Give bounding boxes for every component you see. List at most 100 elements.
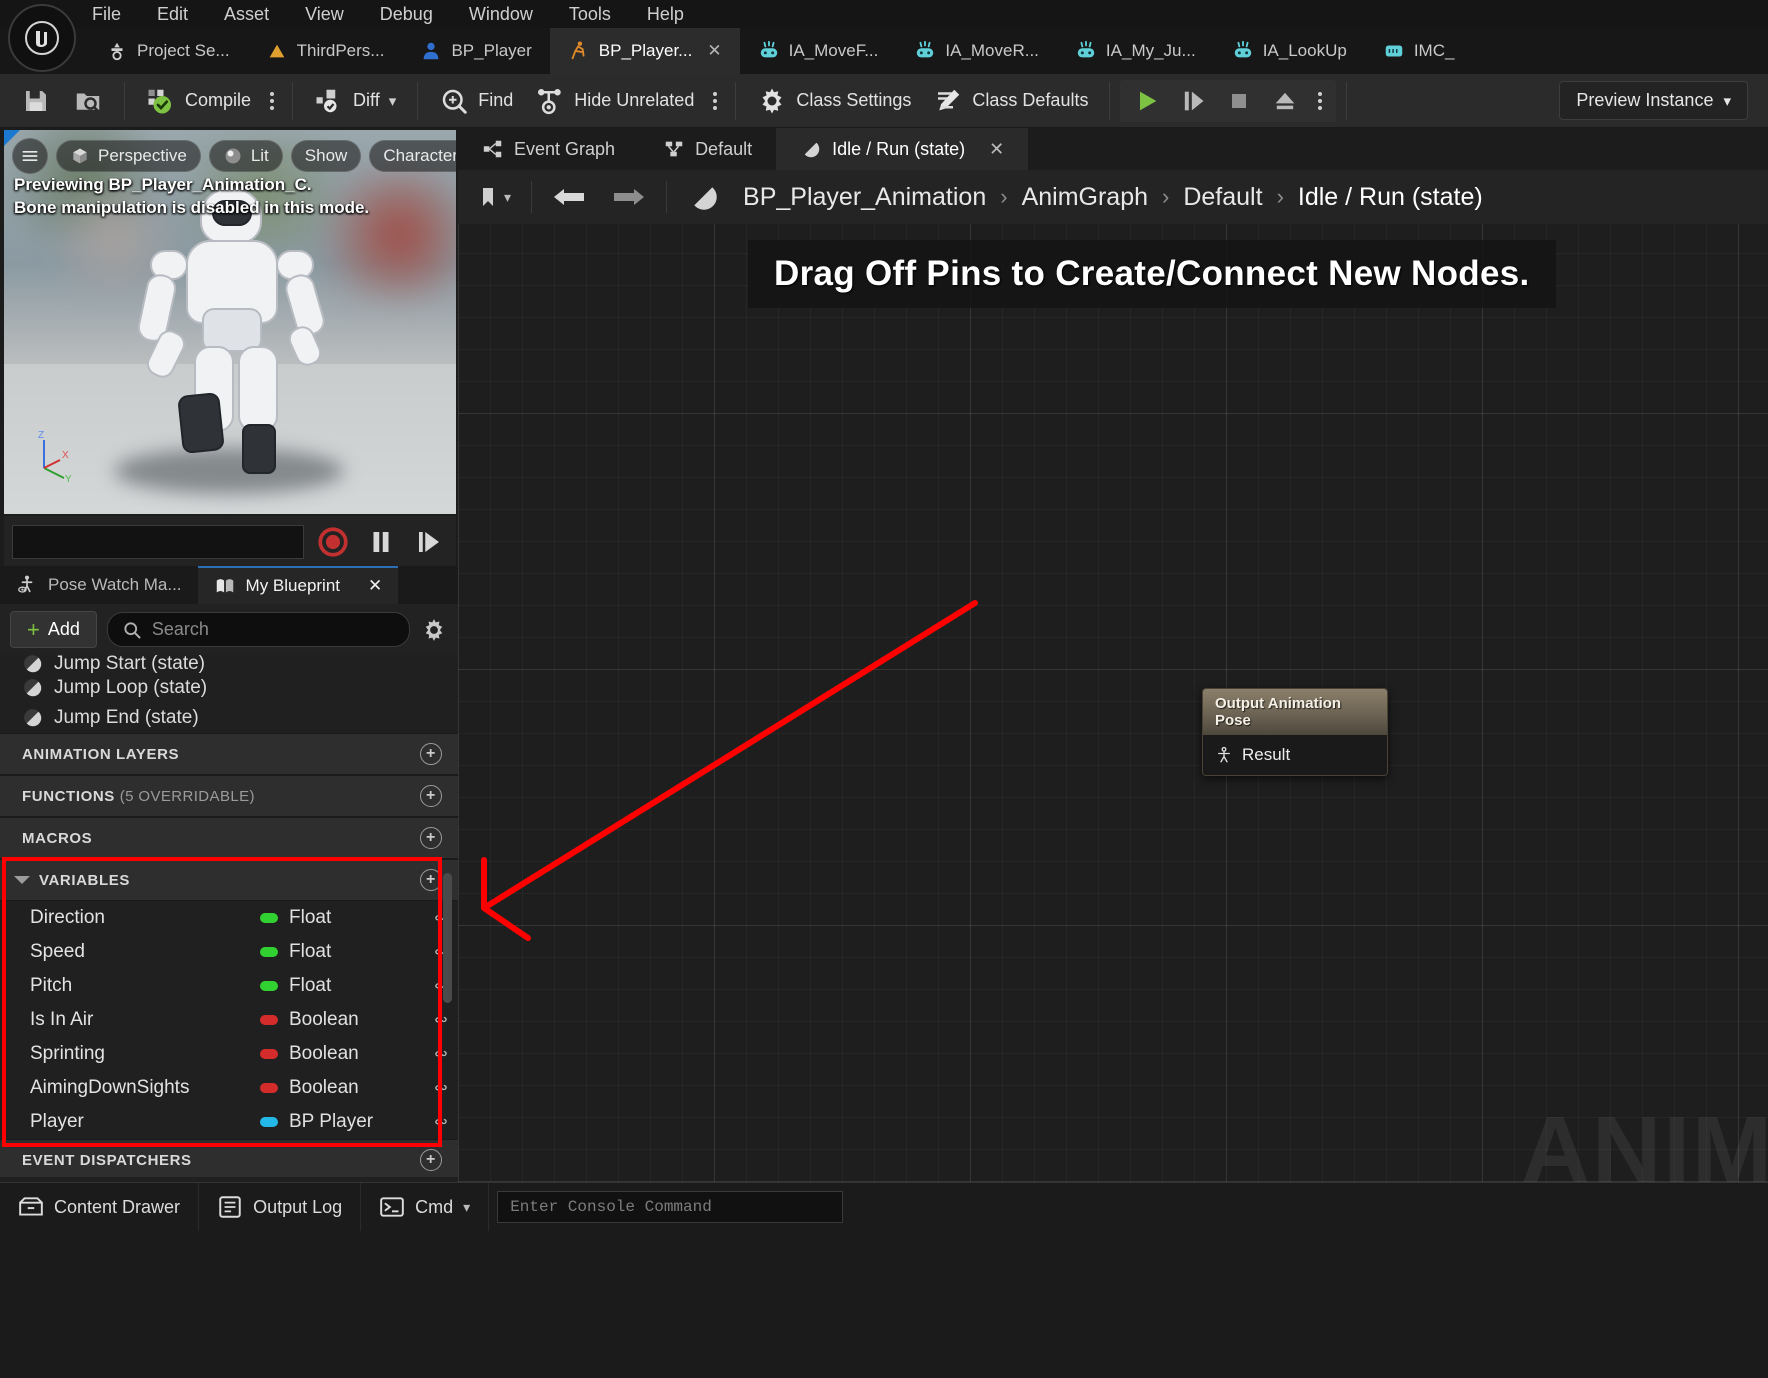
menu-item-debug[interactable]: Debug — [376, 2, 437, 27]
section-header-macros[interactable]: MACROS + — [0, 817, 458, 859]
graph-tab-default[interactable]: Default — [639, 128, 776, 170]
asset-tab-ia-movef[interactable]: IA_MoveF... — [740, 28, 897, 74]
hide-unrelated-button[interactable]: Hide Unrelated — [524, 80, 705, 122]
asset-tab-ia-lookup[interactable]: IA_LookUp — [1214, 28, 1365, 74]
my-blueprint-tree[interactable]: Jump Start (state) Jump Loop (state) Jum… — [0, 655, 458, 1177]
asset-tab-ia-my-jump[interactable]: IA_My_Ju... — [1057, 28, 1214, 74]
asset-tab-ia-mover[interactable]: IA_MoveR... — [896, 28, 1057, 74]
viewport-perspective-button[interactable]: Perspective — [56, 140, 201, 172]
visibility-eye-icon[interactable]: ∾ — [424, 1078, 458, 1098]
visibility-eye-icon[interactable]: ∾ — [424, 1010, 458, 1030]
add-macro-icon[interactable]: + — [420, 827, 442, 849]
list-item-state[interactable]: Jump End (state) — [0, 703, 458, 733]
menu-item-asset[interactable]: Asset — [220, 2, 273, 27]
variable-row-is-in-air[interactable]: Is In Air Boolean ∾ — [0, 1003, 458, 1037]
play-options-kebab-icon[interactable] — [1310, 86, 1330, 116]
breadcrumb-item-animgraph[interactable]: AnimGraph — [1014, 181, 1156, 214]
graph-tab-event-graph[interactable]: Event Graph — [458, 128, 639, 170]
browse-button[interactable] — [62, 80, 114, 122]
section-header-event-dispatchers[interactable]: EVENT DISPATCHERS + — [0, 1139, 458, 1177]
output-log-button[interactable]: Output Log — [199, 1183, 362, 1231]
preview-instance-dropdown[interactable]: Preview Instance ▾ — [1559, 81, 1748, 120]
variable-row-aimingdownsights[interactable]: AimingDownSights Boolean ∾ — [0, 1071, 458, 1105]
back-button[interactable] — [544, 177, 596, 217]
asset-tab-imc[interactable]: IMC_ — [1365, 28, 1473, 74]
section-header-variables[interactable]: VARIABLES + — [0, 859, 458, 901]
bookmarks-button[interactable]: ▾ — [468, 179, 519, 215]
viewport-lit-button[interactable]: Lit — [208, 140, 283, 172]
asset-tab-bp-player[interactable]: BP_Player — [402, 28, 549, 74]
variable-row-pitch[interactable]: Pitch Float ∾ — [0, 969, 458, 1003]
my-blueprint-scrollbar[interactable] — [443, 873, 452, 1003]
list-item-state[interactable]: Jump Start (state) — [0, 655, 458, 673]
tab-pose-watch-manager[interactable]: Pose Watch Ma... — [0, 566, 198, 604]
stop-button[interactable] — [1218, 82, 1260, 120]
add-animation-layer-icon[interactable]: + — [420, 743, 442, 765]
menu-item-edit[interactable]: Edit — [153, 2, 192, 27]
graph-canvas[interactable]: Drag Off Pins to Create/Connect New Node… — [458, 224, 1768, 1182]
step-button[interactable] — [1172, 82, 1214, 120]
variable-type: Boolean — [289, 1043, 359, 1064]
play-button[interactable] — [1126, 82, 1168, 120]
breadcrumb-item-current[interactable]: Idle / Run (state) — [1290, 181, 1491, 214]
find-button[interactable]: Find — [428, 80, 524, 122]
menu-item-view[interactable]: View — [301, 2, 348, 27]
step-forward-button[interactable] — [410, 523, 448, 561]
save-button[interactable] — [10, 80, 62, 122]
asset-tab-thirdperson-level[interactable]: ThirdPers... — [248, 28, 403, 74]
tab-close-icon[interactable]: ✕ — [368, 576, 382, 596]
asset-tab-bp-player-animation[interactable]: BP_Player... ✕ — [549, 28, 740, 74]
asset-tab-close-icon[interactable]: ✕ — [707, 41, 721, 61]
chevron-down-icon[interactable] — [14, 876, 30, 884]
animation-preview-viewport[interactable]: Perspective Lit Show Character Previewin… — [4, 130, 456, 514]
graph-tab-close-icon[interactable]: ✕ — [989, 139, 1004, 160]
forward-button[interactable] — [602, 177, 654, 217]
breadcrumb-item-blueprint[interactable]: BP_Player_Animation — [735, 181, 994, 214]
console-command-input[interactable]: Enter Console Command — [497, 1191, 844, 1223]
variable-row-direction[interactable]: Direction Float ∾ — [0, 901, 458, 935]
search-input[interactable]: Search — [106, 612, 410, 647]
compile-button[interactable]: Compile — [135, 80, 262, 122]
viewport-character-button[interactable]: Character — [369, 140, 456, 172]
add-variable-icon[interactable]: + — [420, 869, 442, 891]
class-defaults-button[interactable]: Class Defaults — [922, 80, 1099, 122]
viewport-show-button[interactable]: Show — [290, 140, 362, 172]
unreal-engine-logo-icon[interactable] — [8, 4, 76, 72]
visibility-eye-icon[interactable]: ∾ — [424, 942, 458, 962]
viewport-menu-button[interactable] — [12, 138, 48, 174]
menu-item-file[interactable]: File — [88, 2, 125, 27]
add-function-icon[interactable]: + — [420, 785, 442, 807]
menu-item-help[interactable]: Help — [643, 2, 688, 27]
diff-button[interactable]: Diff ▾ — [303, 80, 407, 122]
visibility-eye-icon[interactable]: ∾ — [424, 908, 458, 928]
add-button[interactable]: + Add — [10, 611, 97, 648]
hide-unrelated-options-kebab-icon[interactable] — [705, 86, 725, 116]
class-settings-button[interactable]: Class Settings — [746, 80, 922, 122]
section-header-functions[interactable]: FUNCTIONS (5 OVERRIDABLE) + — [0, 775, 458, 817]
list-item-state[interactable]: Jump Loop (state) — [0, 673, 458, 703]
menu-item-window[interactable]: Window — [465, 2, 537, 27]
add-event-dispatcher-icon[interactable]: + — [420, 1149, 442, 1171]
visibility-eye-icon[interactable]: ∾ — [424, 1044, 458, 1064]
cmd-dropdown-button[interactable]: Cmd ▾ — [361, 1183, 490, 1231]
compile-options-kebab-icon[interactable] — [262, 86, 282, 116]
menu-item-tools[interactable]: Tools — [565, 2, 615, 27]
tab-my-blueprint[interactable]: My Blueprint ✕ — [197, 566, 399, 604]
section-header-animation-layers[interactable]: ANIMATION LAYERS + — [0, 733, 458, 775]
visibility-eye-icon[interactable]: ∾ — [424, 1112, 458, 1132]
output-animation-pose-node[interactable]: Output Animation Pose Result — [1202, 688, 1388, 776]
variable-row-player[interactable]: Player BP Player ∾ — [0, 1105, 458, 1139]
visibility-eye-icon[interactable]: ∾ — [424, 976, 458, 996]
pause-button[interactable] — [362, 523, 400, 561]
content-drawer-button[interactable]: Content Drawer — [0, 1183, 200, 1231]
pose-pin-icon[interactable] — [1215, 746, 1233, 764]
breadcrumb-item-default[interactable]: Default — [1175, 181, 1270, 214]
graph-tab-idle-run-state[interactable]: Idle / Run (state) ✕ — [776, 128, 1029, 170]
variable-row-speed[interactable]: Speed Float ∾ — [0, 935, 458, 969]
variable-row-sprinting[interactable]: Sprinting Boolean ∾ — [0, 1037, 458, 1071]
timeline-track[interactable] — [12, 525, 304, 559]
my-blueprint-settings-button[interactable] — [420, 616, 448, 644]
record-button[interactable] — [314, 523, 352, 561]
eject-button[interactable] — [1264, 82, 1306, 120]
asset-tab-project-settings[interactable]: Project Se... — [88, 28, 248, 74]
